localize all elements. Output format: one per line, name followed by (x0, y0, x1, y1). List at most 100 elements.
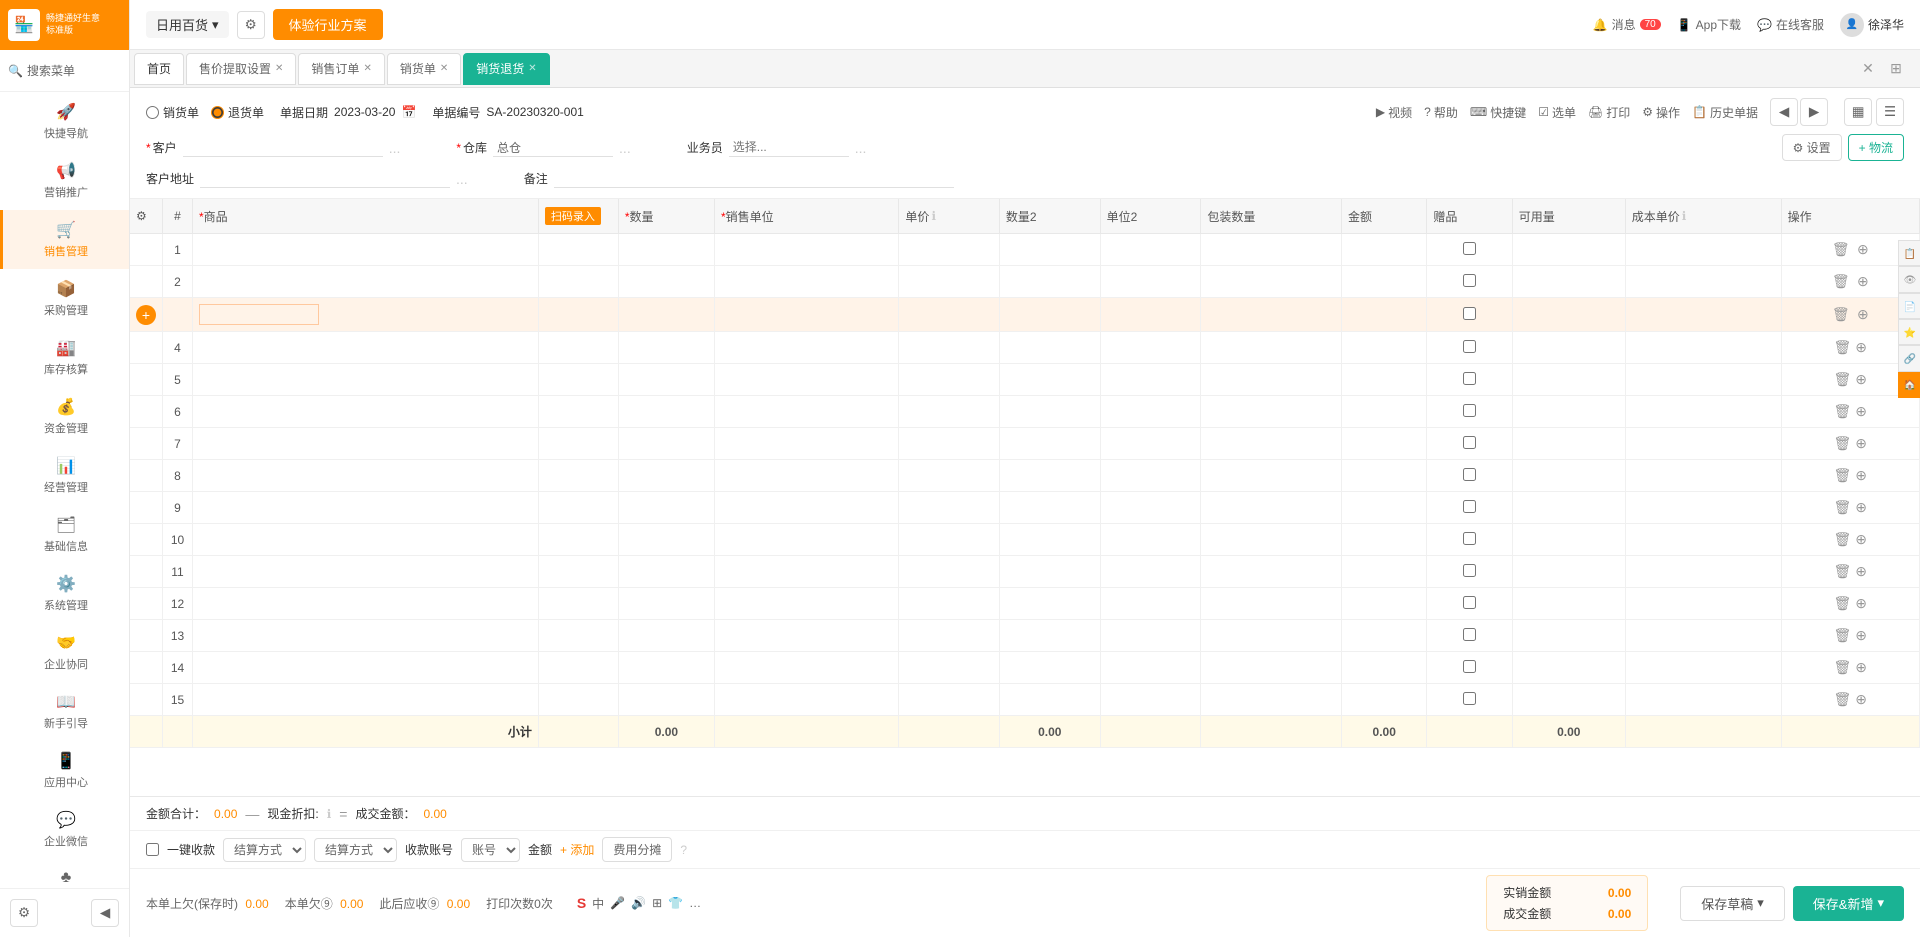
float-link-btn[interactable]: 🔗 (1898, 345, 1920, 371)
delete-6[interactable]: 🗑 (1834, 403, 1852, 419)
delete-row-2-button[interactable]: 🗑 (1832, 273, 1850, 289)
add-row-button[interactable]: + (136, 305, 156, 325)
gift-check-15[interactable] (1463, 692, 1476, 705)
radio-return[interactable]: 退货单 (211, 104, 264, 121)
select-btn[interactable]: ☑ 选单 (1538, 104, 1576, 121)
gift-check-5[interactable] (1463, 372, 1476, 385)
payment-help-icon[interactable]: ? (680, 843, 687, 857)
delete-15[interactable]: 🗑 (1834, 691, 1852, 707)
customer-input[interactable] (183, 138, 383, 157)
gift-check-6[interactable] (1463, 404, 1476, 417)
save-draft-button[interactable]: 保存草稿 ▾ (1680, 886, 1785, 921)
window-maximize-button[interactable]: ⊞ (1884, 57, 1908, 81)
sidebar-item-guide[interactable]: 📖 新手引导 (0, 682, 129, 741)
experience-plan-button[interactable]: 体验行业方案 (273, 9, 383, 40)
delete-11[interactable]: 🗑 (1834, 563, 1852, 579)
float-clipboard-btn[interactable]: 📋 (1898, 240, 1920, 266)
account-select[interactable]: 账号 (461, 838, 520, 862)
sidebar-collapse-button[interactable]: ◀ (91, 899, 119, 927)
copy-row-2-button[interactable]: ⊕ (1857, 273, 1869, 289)
copy-12[interactable]: ⊕ (1855, 595, 1867, 611)
shortcut-btn[interactable]: ⌨ 快捷键 (1470, 104, 1526, 121)
sidebar-item-operation[interactable]: 📊 经营管理 (0, 446, 129, 505)
copy-10[interactable]: ⊕ (1855, 531, 1867, 547)
gift-check-2[interactable] (1463, 274, 1476, 287)
warehouse-input[interactable] (493, 138, 613, 157)
gift-check-7[interactable] (1463, 436, 1476, 449)
daily-category-select[interactable]: 日用百货 ▾ (146, 11, 229, 38)
product-input-3[interactable] (199, 304, 319, 325)
copy-4[interactable]: ⊕ (1855, 339, 1867, 355)
float-star-btn[interactable]: ⭐ (1898, 319, 1920, 345)
gift-check-10[interactable] (1463, 532, 1476, 545)
salesman-select-btn[interactable]: ... (855, 140, 867, 156)
unit-price-info-icon[interactable]: ℹ (931, 209, 936, 223)
gift-check-11[interactable] (1463, 564, 1476, 577)
col-scan[interactable]: 扫码录入 (538, 199, 618, 234)
float-view-btn[interactable]: 👁 (1898, 266, 1920, 293)
delete-12[interactable]: 🗑 (1834, 595, 1852, 611)
delete-10[interactable]: 🗑 (1834, 531, 1852, 547)
tab-close-sales-invoice[interactable]: ✕ (440, 63, 448, 74)
delete-row-3-button[interactable]: 🗑 (1832, 306, 1850, 322)
sidebar-item-marketing[interactable]: 📢 营销推广 (0, 151, 129, 210)
copy-5[interactable]: ⊕ (1855, 371, 1867, 387)
save-new-button[interactable]: 保存&新增 ▾ (1793, 886, 1904, 921)
tab-close-price[interactable]: ✕ (275, 63, 283, 74)
tab-sales-order[interactable]: 销售订单 ✕ (298, 53, 384, 85)
one-click-payment-check[interactable] (146, 843, 159, 856)
float-home-btn[interactable]: 🏠 (1898, 372, 1920, 398)
cost-unit-info-icon[interactable]: ℹ (1682, 209, 1687, 223)
tab-home[interactable]: 首页 (134, 53, 184, 85)
tab-close-sales-order[interactable]: ✕ (363, 63, 371, 74)
copy-11[interactable]: ⊕ (1855, 563, 1867, 579)
gift-check-1[interactable] (1463, 242, 1476, 255)
remark-input[interactable] (554, 169, 954, 188)
delete-4[interactable]: 🗑 (1834, 339, 1852, 355)
copy-9[interactable]: ⊕ (1855, 499, 1867, 515)
payment-method-select[interactable]: 结算方式 (223, 838, 306, 862)
copy-15[interactable]: ⊕ (1855, 691, 1867, 707)
header-settings-button[interactable]: ⚙ (237, 11, 265, 39)
sidebar-settings-button[interactable]: ⚙ (10, 899, 38, 927)
copy-6[interactable]: ⊕ (1855, 403, 1867, 419)
grid-view-button[interactable]: ▦ (1844, 98, 1872, 126)
setup-button[interactable]: ⚙ 设置 (1782, 134, 1842, 161)
history-btn[interactable]: 📋 历史单据 (1692, 104, 1758, 121)
sidebar-item-purchase[interactable]: 📦 采购管理 (0, 269, 129, 328)
salesman-input[interactable] (729, 138, 849, 157)
sidebar-item-collab[interactable]: 🤝 企业协同 (0, 623, 129, 682)
copy-row-1-button[interactable]: ⊕ (1857, 241, 1869, 257)
prev-record-button[interactable]: ◀ (1770, 98, 1798, 126)
gift-check-8[interactable] (1463, 468, 1476, 481)
delete-9[interactable]: 🗑 (1834, 499, 1852, 515)
add-expense-button[interactable]: + 添加 (560, 841, 594, 858)
sidebar-item-basic[interactable]: 🗂 基础信息 (0, 505, 129, 564)
delete-14[interactable]: 🗑 (1834, 659, 1852, 675)
float-doc-btn[interactable]: 📄 (1898, 293, 1920, 319)
gift-check-9[interactable] (1463, 500, 1476, 513)
window-close-button[interactable]: ✕ (1856, 57, 1880, 81)
sidebar-item-shortcut[interactable]: 🚀 快捷导航 (0, 92, 129, 151)
scan-input-button[interactable]: 扫码录入 (545, 207, 601, 225)
calendar-icon[interactable]: 📅 (401, 105, 416, 119)
gift-check-13[interactable] (1463, 628, 1476, 641)
copy-14[interactable]: ⊕ (1855, 659, 1867, 675)
gift-check-3[interactable] (1463, 307, 1476, 320)
delete-8[interactable]: 🗑 (1834, 467, 1852, 483)
tab-sales-return[interactable]: 销货退货 ✕ (463, 53, 549, 85)
copy-row-3-button[interactable]: ⊕ (1857, 306, 1869, 322)
app-download-button[interactable]: 📱 App下载 (1677, 16, 1741, 33)
sidebar-item-member[interactable]: ♣ 畅会员 (0, 859, 129, 888)
sidebar-item-sales[interactable]: 🛒 销售管理 (0, 210, 129, 269)
help-btn[interactable]: ? 帮助 (1424, 104, 1458, 121)
delete-5[interactable]: 🗑 (1834, 371, 1852, 387)
warehouse-select-btn[interactable]: ... (619, 140, 631, 156)
delete-row-1-button[interactable]: 🗑 (1832, 241, 1850, 257)
sidebar-item-inventory[interactable]: 🏭 库存核算 (0, 328, 129, 387)
sidebar-item-finance[interactable]: 💰 资金管理 (0, 387, 129, 446)
customer-select-btn[interactable]: ... (389, 140, 401, 156)
gift-check-4[interactable] (1463, 340, 1476, 353)
cash-discount-info[interactable]: ℹ (327, 807, 332, 821)
sidebar-item-wechat[interactable]: 💬 企业微信 (0, 800, 129, 859)
